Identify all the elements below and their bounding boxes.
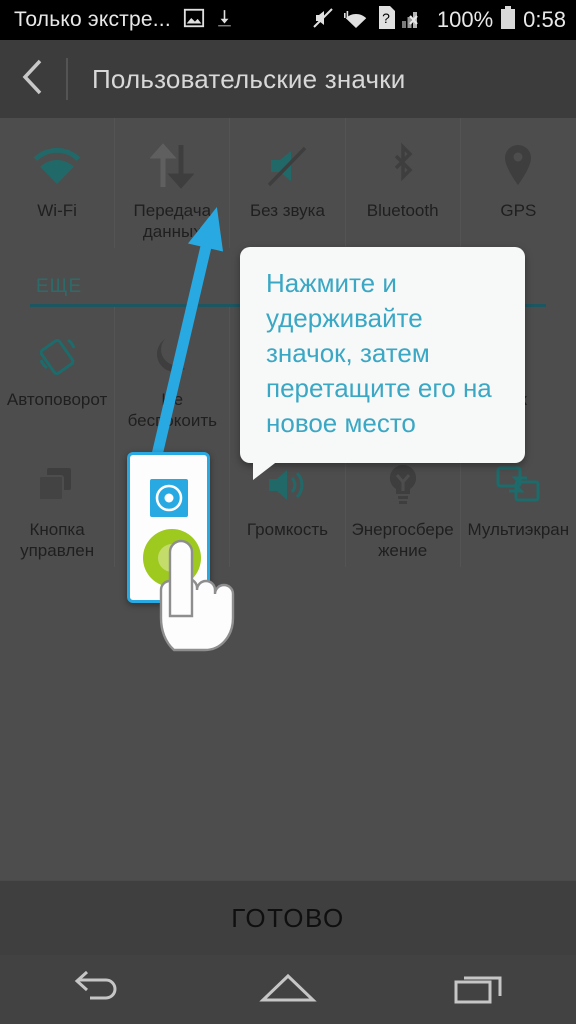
action-bar: Пользовательские значки [0, 40, 576, 118]
hand-cursor-icon [148, 538, 256, 661]
page-title: Пользовательские значки [92, 63, 406, 94]
multiscreen-icon [495, 457, 541, 513]
done-button-label: ГОТОВО [231, 902, 345, 933]
drag-direction-arrow [130, 200, 240, 465]
action-bar-divider [66, 58, 68, 100]
wifi-icon [32, 138, 82, 194]
toggles-content: Wi-Fi Передача данных Без звука Bluetoot… [0, 118, 576, 880]
nav-home-button[interactable] [192, 955, 384, 1024]
toggle-tile-gps[interactable]: GPS [461, 118, 576, 248]
toggle-row-1: Wi-Fi Передача данных Без звука Bluetoot… [0, 118, 576, 248]
toggle-tile-mute[interactable]: Без звука [230, 118, 346, 248]
android-screen: Только экстре... ? 100% 0:58 Пользовател… [0, 0, 576, 1024]
toggle-tile-wifi[interactable]: Wi-Fi [0, 118, 116, 248]
navigation-bar [0, 955, 576, 1024]
nav-recents-button[interactable] [384, 955, 576, 1024]
toggle-tile-label: Энергосбережение [351, 520, 454, 560]
clock-label: 0:58 [523, 7, 566, 32]
toggle-tile-label: Громкость [246, 520, 328, 539]
auto-rotate-icon [33, 327, 81, 383]
toggle-tile-auto-rotate[interactable]: Автоповорот [0, 307, 116, 437]
bluetooth-icon [386, 138, 420, 194]
toggle-tile-label: Wi-Fi [37, 201, 77, 220]
screen-record-icon [149, 479, 188, 517]
nav-back-icon [68, 970, 124, 1009]
toggle-tile-label: Bluetooth [366, 201, 439, 220]
back-button[interactable] [0, 40, 66, 118]
signal-no-service-icon [401, 7, 430, 34]
status-bar-notification-icons [183, 7, 234, 34]
done-button[interactable]: ГОТОВО [0, 880, 576, 955]
toggle-tile-bluetooth[interactable]: Bluetooth [346, 118, 461, 248]
toggle-tile-label: Мультиэкран [467, 520, 570, 539]
data-transfer-icon [150, 138, 195, 194]
sim-question-icon: ? [377, 6, 395, 34]
instruction-tooltip: Нажмите и удерживайте значок, затем пере… [240, 247, 525, 480]
section-header-label: ЕЩЕ [36, 276, 83, 297]
chevron-left-icon [20, 57, 46, 102]
toggle-tile-label: GPS [500, 201, 537, 220]
svg-text:?: ? [382, 10, 390, 26]
toggle-tile-label: Кнопка управлен [20, 520, 95, 560]
mute-icon [311, 6, 335, 35]
image-icon [183, 7, 205, 34]
toggle-tile-control-button[interactable]: Кнопка управлен [0, 437, 116, 567]
tooltip-tail [253, 460, 279, 480]
lightbulb-icon [384, 457, 422, 513]
wifi-icon [342, 7, 370, 34]
location-pin-icon [501, 138, 535, 194]
battery-icon [500, 5, 516, 35]
nav-home-icon [258, 970, 318, 1009]
nav-recents-icon [452, 970, 508, 1009]
instruction-tooltip-text: Нажмите и удерживайте значок, затем пере… [266, 268, 492, 438]
mute-icon [263, 138, 311, 194]
status-bar-system-icons: ? 100% 0:58 [311, 5, 566, 35]
download-icon [215, 7, 234, 34]
carrier-label: Только экстре... [14, 8, 171, 31]
windows-stack-icon [35, 457, 79, 513]
toggle-tile-label: Без звука [249, 201, 325, 220]
nav-back-button[interactable] [0, 955, 192, 1024]
toggle-tile-label: Автоповорот [6, 390, 108, 409]
battery-percent-label: 100% [436, 7, 494, 32]
status-bar: Только экстре... ? 100% 0:58 [0, 0, 576, 40]
